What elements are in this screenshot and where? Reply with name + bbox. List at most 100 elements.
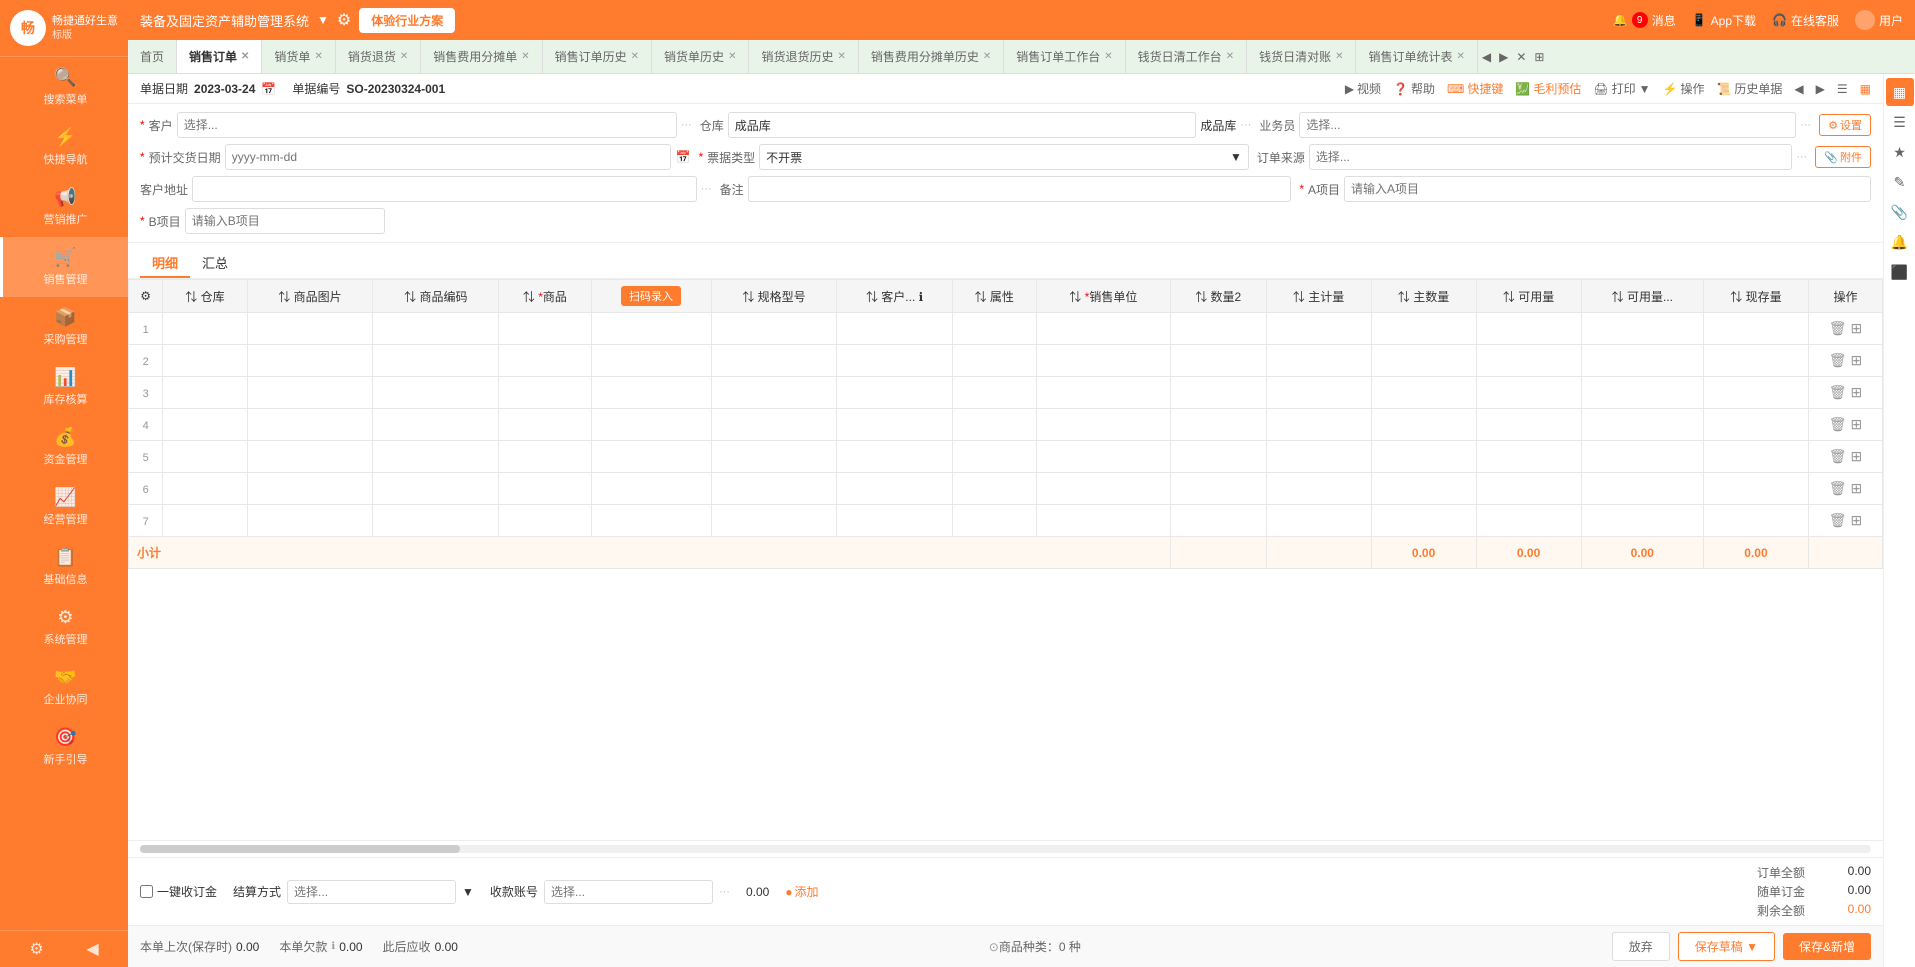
copy-icon[interactable]: ⊞ (1851, 480, 1863, 497)
tab-daily-clear-reconcile[interactable]: 钱货日清对账 ✕ (1247, 40, 1356, 73)
save-new-button[interactable]: 保存&新增 (1783, 933, 1871, 960)
goods-info-icon[interactable]: ⊙ (989, 940, 999, 954)
sidebar-item-guide[interactable]: 🎯 新手引导 (0, 717, 128, 777)
operation-action[interactable]: ⚡ 操作 (1662, 80, 1704, 97)
order-source-input[interactable] (1309, 144, 1792, 170)
tab-sales-order[interactable]: 销售订单 ✕ (177, 40, 262, 73)
right-sidebar-edit-btn[interactable]: ✎ (1886, 168, 1914, 196)
right-sidebar-form-btn[interactable]: ▦ (1886, 78, 1914, 106)
table-scrollbar[interactable] (128, 840, 1883, 857)
th-attribute[interactable]: ⇅ 属性 (952, 280, 1036, 313)
profit-action[interactable]: 💹 毛利预估 (1515, 80, 1581, 97)
amount-value[interactable]: 0.00 (746, 885, 769, 899)
tab-summary[interactable]: 汇总 (190, 249, 240, 278)
add-button[interactable]: ● 添加 (785, 883, 818, 900)
th-unit[interactable]: ⇅ *销售单位 (1036, 280, 1170, 313)
customer-more-icon[interactable]: ··· (681, 119, 692, 131)
th-available[interactable]: ⇅ 可用量 (1476, 280, 1581, 313)
th-product[interactable]: ⇅ *商品 (499, 280, 591, 313)
salesperson-input[interactable] (1299, 112, 1796, 138)
tab-daily-clear-workbench[interactable]: 钱货日清工作台 ✕ (1126, 40, 1247, 73)
th-qty2[interactable]: ⇅ 数量2 (1170, 280, 1266, 313)
top-settings-icon[interactable]: ⚙ (337, 10, 351, 30)
tab-nav-expand[interactable]: ⊞ (1530, 50, 1548, 64)
list-view-action[interactable]: ☰ (1837, 82, 1848, 96)
tab-sales-invoice-close[interactable]: ✕ (314, 51, 322, 62)
right-sidebar-alert-btn[interactable]: 🔔 (1886, 228, 1914, 256)
tab-sales-order-history-close[interactable]: ✕ (631, 51, 639, 62)
th-warehouse[interactable]: ⇅ 仓库 (163, 280, 247, 313)
right-sidebar-scan-btn[interactable]: ⬛ (1886, 258, 1914, 286)
next-record-action[interactable]: ▶ (1816, 82, 1825, 96)
delivery-date-calendar-icon[interactable]: 📅 (675, 150, 690, 164)
solution-button[interactable]: 体验行业方案 (359, 8, 455, 33)
tab-sales-order-close[interactable]: ✕ (241, 51, 249, 62)
tab-sales-summary[interactable]: 销售订单统计表 ✕ (1356, 40, 1477, 73)
tab-sales-order-history[interactable]: 销售订单历史 ✕ (543, 40, 652, 73)
calendar-icon[interactable]: 📅 (261, 82, 276, 96)
th-customer-ref[interactable]: ⇅ 客户... ℹ (837, 280, 952, 313)
scrollbar-thumb[interactable] (140, 845, 460, 853)
copy-icon[interactable]: ⊞ (1851, 384, 1863, 401)
th-scan[interactable]: 扫码录入 (591, 280, 711, 313)
help-action[interactable]: ❓ 帮助 (1393, 80, 1435, 97)
th-settings[interactable]: ⚙ (129, 280, 163, 313)
sidebar-item-operations[interactable]: 📈 经营管理 (0, 477, 128, 537)
sidebar-item-sales[interactable]: 🛒 销售管理 (0, 237, 128, 297)
b-project-input[interactable] (185, 208, 385, 234)
tab-detail[interactable]: 明细 (140, 249, 190, 278)
warehouse-more-icon[interactable]: ··· (1240, 119, 1251, 131)
th-available2[interactable]: ⇅ 可用量... (1581, 280, 1703, 313)
warehouse-input[interactable] (728, 112, 1197, 138)
th-main-qty[interactable]: ⇅ 主数量 (1371, 280, 1476, 313)
date-value[interactable]: 2023-03-24 (194, 82, 255, 96)
sidebar-item-purchase[interactable]: 📦 采购管理 (0, 297, 128, 357)
right-sidebar-star-btn[interactable]: ★ (1886, 138, 1914, 166)
account-more-icon[interactable]: ··· (719, 886, 730, 898)
tab-nav-right[interactable]: ▶ (1495, 50, 1512, 64)
customer-address-input[interactable] (192, 176, 697, 202)
delete-icon[interactable]: 🗑 (1829, 320, 1847, 337)
th-code[interactable]: ⇅ 商品编码 (373, 280, 499, 313)
tab-sales-return-close[interactable]: ✕ (400, 51, 408, 62)
view-action[interactable]: ▶ 视频 (1345, 80, 1381, 97)
copy-icon[interactable]: ⊞ (1851, 352, 1863, 369)
sidebar-collapse-btn[interactable]: ◀ (86, 939, 98, 959)
right-sidebar-attach-btn[interactable]: 📎 (1886, 198, 1914, 226)
order-source-more-icon[interactable]: ··· (1796, 151, 1807, 163)
delete-icon[interactable]: 🗑 (1829, 416, 1847, 433)
delete-icon[interactable]: 🗑 (1829, 512, 1847, 529)
print-dropdown-icon[interactable]: ▼ (1639, 82, 1651, 96)
right-sidebar-list-btn[interactable]: ☰ (1886, 108, 1914, 136)
sidebar-item-basic-info[interactable]: 📋 基础信息 (0, 537, 128, 597)
copy-icon[interactable]: ⊞ (1851, 416, 1863, 433)
tab-daily-clear-reconcile-close[interactable]: ✕ (1335, 51, 1343, 62)
remark-input[interactable] (748, 176, 1292, 202)
prev-record-action[interactable]: ◀ (1794, 82, 1803, 96)
payment-method-input[interactable] (287, 880, 456, 904)
sidebar-item-inventory[interactable]: 📊 库存核算 (0, 357, 128, 417)
tab-sales-expense[interactable]: 销售费用分摊单 ✕ (421, 40, 542, 73)
tab-sales-return-history-close[interactable]: ✕ (837, 51, 845, 62)
tab-nav-close-all[interactable]: ✕ (1512, 50, 1530, 64)
tab-sales-expense-history[interactable]: 销售费用分摊单历史 ✕ (859, 40, 1004, 73)
one-click-checkbox[interactable] (140, 885, 153, 898)
tab-sales-return-history[interactable]: 销货退货历史 ✕ (749, 40, 858, 73)
account-input[interactable] (544, 880, 713, 904)
tab-sales-summary-close[interactable]: ✕ (1457, 51, 1465, 62)
sidebar-item-system[interactable]: ⚙ 系统管理 (0, 597, 128, 657)
settings-button[interactable]: ⚙ 设置 (1819, 114, 1871, 136)
salesperson-more-icon[interactable]: ··· (1800, 119, 1811, 131)
payment-method-dropdown[interactable]: ▼ (462, 885, 474, 899)
sidebar-item-quick-nav[interactable]: ⚡ 快捷导航 (0, 117, 128, 177)
sidebar-settings-btn[interactable]: ⚙ (29, 939, 43, 959)
copy-icon[interactable]: ⊞ (1851, 512, 1863, 529)
th-spec[interactable]: ⇅ 规格型号 (711, 280, 837, 313)
form-view-action[interactable]: ▦ (1860, 82, 1871, 96)
tab-sales-expense-close[interactable]: ✕ (521, 51, 529, 62)
app-download-item[interactable]: 📱 App下载 (1692, 12, 1756, 29)
delete-icon[interactable]: 🗑 (1829, 480, 1847, 497)
a-project-input[interactable] (1344, 176, 1871, 202)
customer-input[interactable] (177, 112, 677, 138)
attach-button[interactable]: 📎 附件 (1815, 146, 1871, 168)
